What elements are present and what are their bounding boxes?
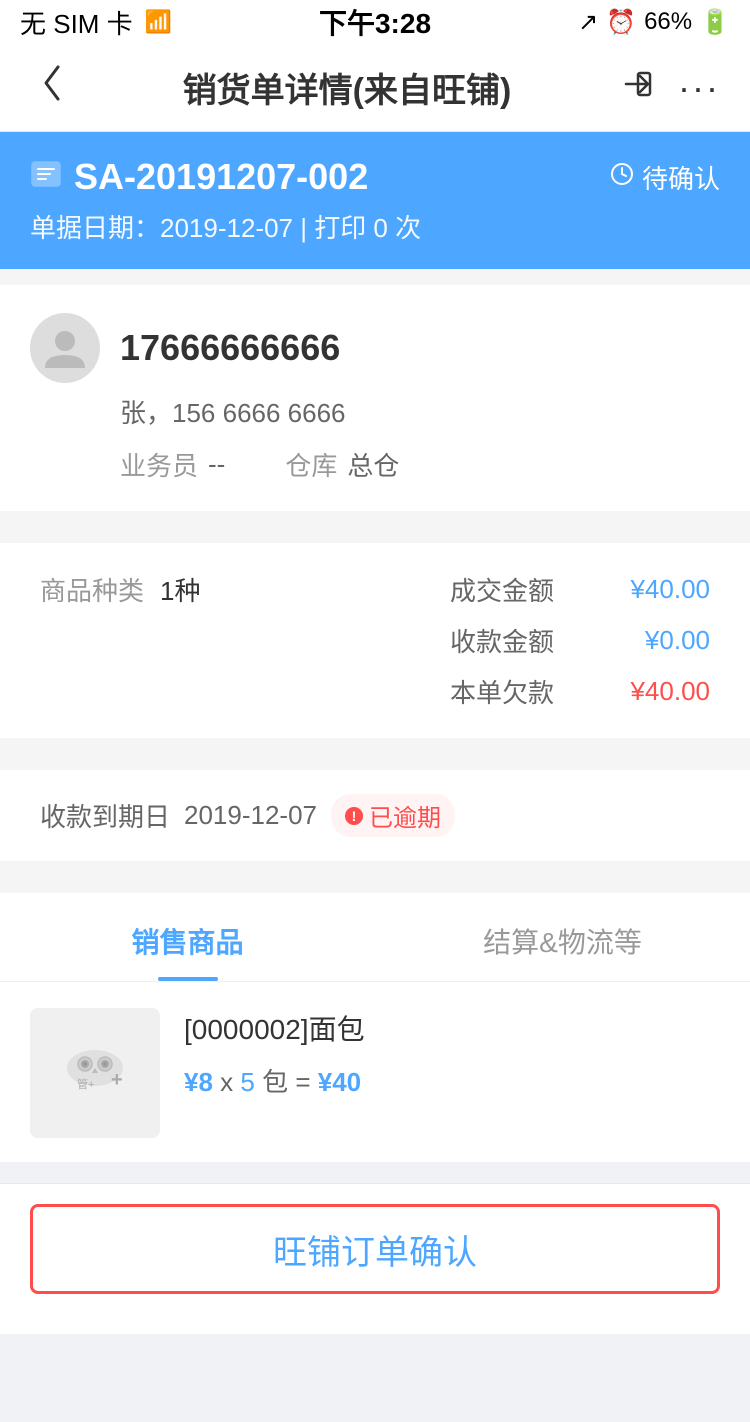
status-time: 下午3:28 [319,2,431,42]
clock-icon [610,162,634,193]
owed-value: ¥40.00 [630,676,710,707]
salesperson-value: -- [208,449,225,480]
customer-top: 17666666666 [30,313,720,383]
customer-sub: 张，156 6666 6666 [120,393,720,430]
summary-card: 商品种类 1种 成交金额 ¥40.00 收款金额 ¥0.00 本单欠款 ¥40.… [0,543,750,738]
transaction-label: 成交金额 [450,571,554,608]
equals-sign: = [295,1067,317,1097]
wifi-icon: 📶 [145,9,172,35]
overdue-exclaim: ! [345,807,363,825]
received-amount-row: 收款金额 ¥0.00 [450,622,710,659]
avatar [30,313,100,383]
tabs: 销售商品 结算&物流等 [0,893,750,982]
warehouse-label: 仓库 [285,446,337,483]
nav-bar: 销货单详情(来自旺铺) ··· [0,44,750,132]
order-header: SA-20191207-002 待确认 单据日期：2019-12-07 | 打印… [0,132,750,269]
page-title: 销货单详情(来自旺铺) [183,63,512,112]
product-type-field: 商品种类 1种 [40,571,200,608]
owed-amount-row: 本单欠款 ¥40.00 [450,673,710,710]
more-icon[interactable]: ··· [678,67,720,109]
order-date: 单据日期：2019-12-07 | 打印 0 次 [30,208,720,245]
summary-left: 商品种类 1种 [40,571,200,608]
warehouse-field: 仓库 总仓 [285,446,399,483]
tab-sales-products[interactable]: 销售商品 [0,893,375,981]
overdue-badge: ! 已逾期 [331,794,455,837]
customer-card: 17666666666 张，156 6666 6666 业务员 -- 仓库 总仓 [0,285,750,511]
divider-1 [0,511,750,527]
share-icon[interactable] [620,67,654,109]
status-bar: 无 SIM 卡 📶 下午3:28 ↗ ⏰ 66% 🔋 [0,0,750,44]
order-icon [30,159,62,196]
received-label: 收款金额 [450,622,554,659]
customer-meta: 业务员 -- 仓库 总仓 [120,446,720,483]
received-value: ¥0.00 [645,625,710,656]
alarm-icon: ⏰ [606,8,636,37]
customer-phone: 17666666666 [120,327,340,369]
product-logo: + 管+ [55,1038,135,1107]
product-thumbnail: + 管+ [30,1008,160,1138]
product-info: [0000002]面包 ¥8 x 5 包 = ¥40 [184,1008,720,1138]
summary-right: 成交金额 ¥40.00 收款金额 ¥0.00 本单欠款 ¥40.00 [450,571,710,710]
carrier-text: 无 SIM 卡 [20,4,133,41]
product-type-value: 1种 [160,571,200,608]
due-date-value: 2019-12-07 [184,800,317,831]
divider-3 [0,861,750,877]
salesperson-label: 业务员 [120,446,198,483]
warehouse-value: 总仓 [347,446,399,483]
order-header-top: SA-20191207-002 待确认 [30,156,720,198]
product-type-label: 商品种类 [40,571,144,608]
back-button[interactable] [30,53,74,122]
tabs-card: 销售商品 结算&物流等 + [0,893,750,1162]
product-name: [0000002]面包 [184,1008,720,1048]
transaction-amount-row: 成交金额 ¥40.00 [450,571,710,608]
product-item: + 管+ [0000002]面包 ¥8 x 5 包 = ¥40 [0,984,750,1162]
salesperson-field: 业务员 -- [120,446,225,483]
confirm-order-button[interactable]: 旺铺订单确认 [30,1204,720,1294]
quantity: 5 [240,1067,254,1097]
due-card: 收款到期日 2019-12-07 ! 已逾期 [0,770,750,861]
battery-icon: 🔋 [700,8,730,37]
due-date-label: 收款到期日 [40,797,170,834]
total-price: ¥40 [318,1067,361,1097]
divider-2 [0,738,750,754]
overdue-text: 已逾期 [369,798,441,833]
owed-label: 本单欠款 [450,673,554,710]
unit-price: ¥8 [184,1067,213,1097]
tab-settlement-logistics[interactable]: 结算&物流等 [375,893,750,981]
svg-text:管+: 管+ [77,1077,94,1091]
bottom-bar: 旺铺订单确认 [0,1183,750,1334]
battery-text: 66% [644,8,692,36]
status-right: ↗ ⏰ 66% 🔋 [578,8,730,37]
location-icon: ↗ [578,8,598,37]
multiply-sign: x [220,1067,240,1097]
status-carrier: 无 SIM 卡 📶 [20,4,172,41]
nav-actions: ··· [620,67,720,109]
transaction-value: ¥40.00 [630,574,710,605]
order-status: 待确认 [610,159,720,196]
order-id: SA-20191207-002 [30,156,368,198]
product-price-formula: ¥8 x 5 包 = ¥40 [184,1062,720,1099]
svg-text:+: + [111,1069,123,1091]
